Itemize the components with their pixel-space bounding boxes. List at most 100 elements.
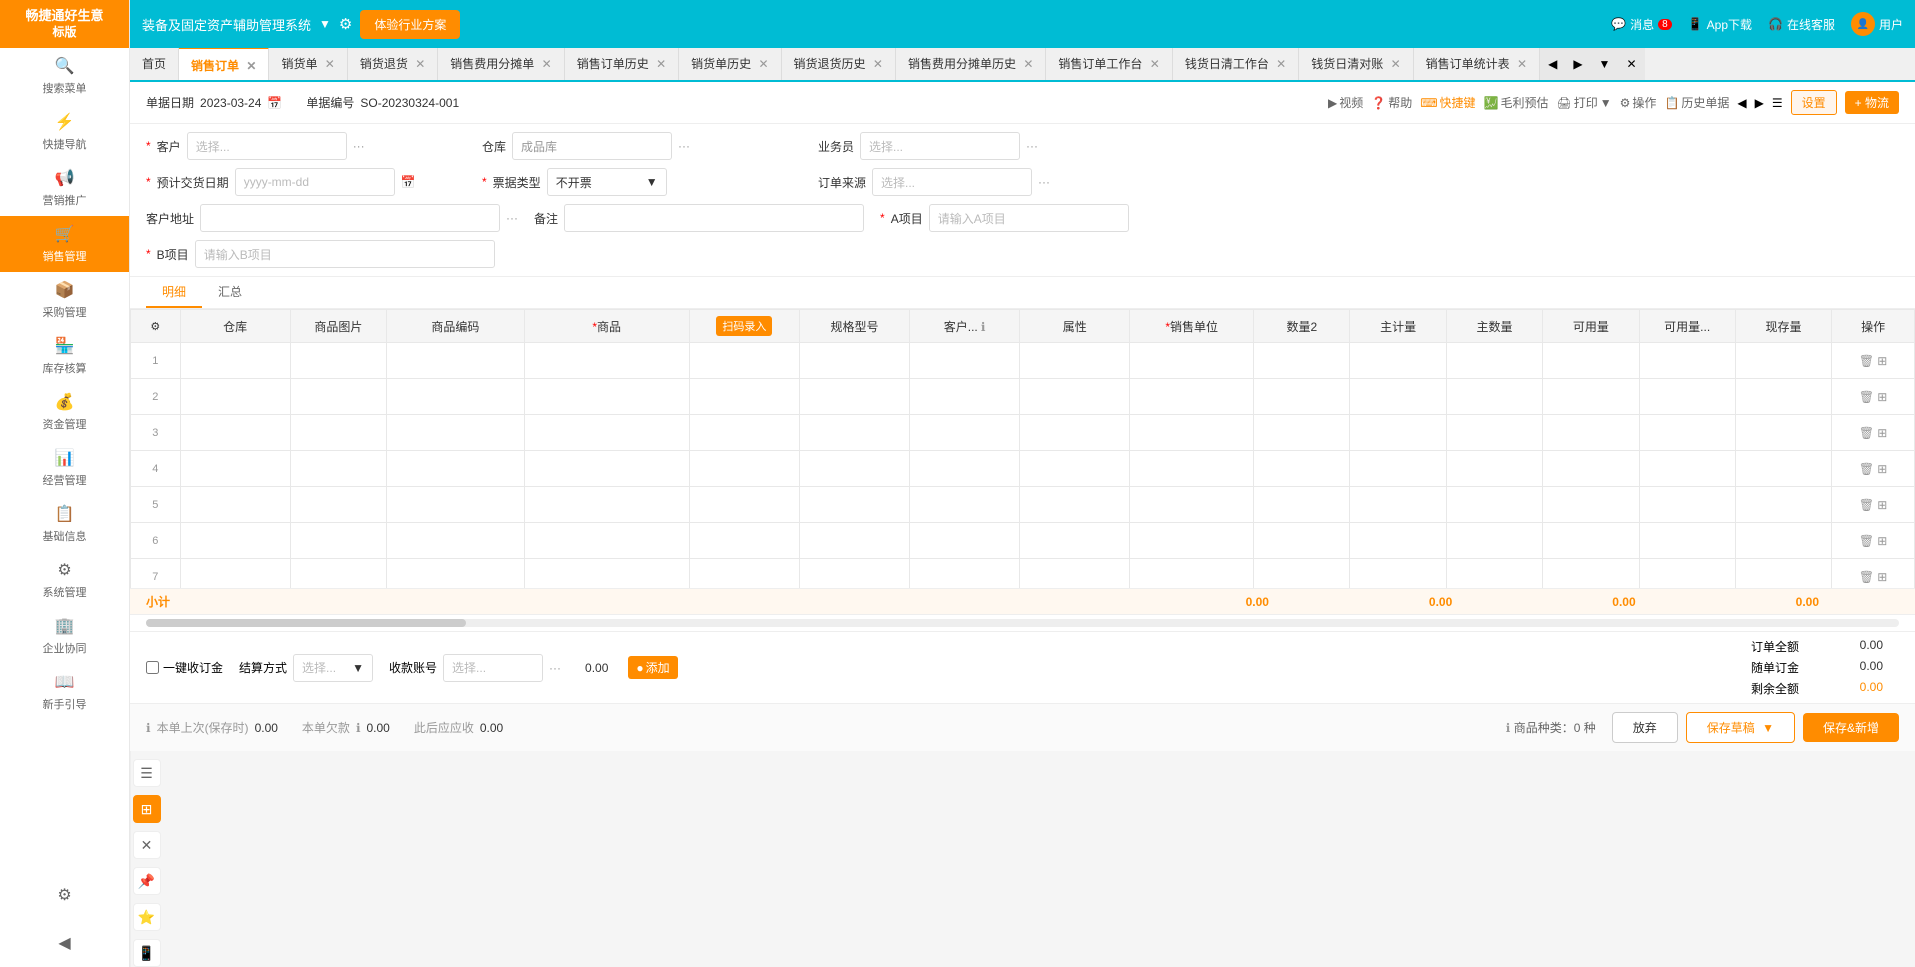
delete-icon-7[interactable]: 🗑 [1859, 570, 1874, 584]
delete-icon-4[interactable]: 🗑 [1859, 462, 1874, 476]
row-attribute-5[interactable] [1020, 487, 1130, 523]
row-attribute-7[interactable] [1020, 559, 1130, 589]
row-product-code-4[interactable] [387, 451, 525, 487]
remark-input[interactable] [564, 204, 864, 232]
row-spec-4[interactable] [799, 451, 909, 487]
tab-close-icon[interactable]: ✕ [542, 57, 552, 71]
shortcut-link[interactable]: ⌨ 快捷键 [1420, 94, 1475, 111]
right-panel-icon-2[interactable]: ⊞ [133, 795, 161, 823]
tab-sales-return[interactable]: 销货单 ✕ [269, 48, 347, 81]
row-customer-code-4[interactable] [910, 451, 1020, 487]
receipt-account-more-btn[interactable]: ··· [549, 661, 561, 675]
scrollbar-track[interactable] [130, 615, 1915, 631]
warehouse-input[interactable]: 成品库 [512, 132, 672, 160]
row-product-code-6[interactable] [387, 523, 525, 559]
b-project-input[interactable]: 请输入B项目 [195, 240, 495, 268]
online-support-item[interactable]: 🎧 在线客服 [1768, 16, 1835, 33]
row-attribute-6[interactable] [1020, 523, 1130, 559]
row-warehouse-6[interactable] [180, 523, 290, 559]
tab-sales-order-stats[interactable]: 销售订单统计表 ✕ [1414, 48, 1540, 81]
salesperson-input[interactable]: 选择... [860, 132, 1020, 160]
print-link[interactable]: 🖨 打印 ▼ [1557, 94, 1612, 111]
row-product-code-5[interactable] [387, 487, 525, 523]
one-click-checkbox[interactable] [146, 661, 159, 674]
row-spec-1[interactable] [799, 343, 909, 379]
th-scan[interactable]: 扫码录入 [689, 310, 799, 343]
copy-icon-7[interactable]: ⊞ [1877, 570, 1887, 584]
copy-icon-3[interactable]: ⊞ [1877, 426, 1887, 440]
row-quantity2-5[interactable] [1254, 487, 1350, 523]
add-row-btn[interactable]: ●添加 [628, 656, 677, 679]
row-spec-2[interactable] [799, 379, 909, 415]
row-customer-code-5[interactable] [910, 487, 1020, 523]
sidebar-item-inventory[interactable]: 🏪 库存核算 [0, 328, 129, 384]
tab-sales-order-history[interactable]: 销售订单历史 ✕ [565, 48, 679, 81]
row-attribute-1[interactable] [1020, 343, 1130, 379]
tab-more-btn[interactable]: ▼ [1591, 48, 1619, 81]
row-quantity2-1[interactable] [1254, 343, 1350, 379]
salesperson-more-btn[interactable]: ··· [1026, 139, 1038, 153]
row-main-quantity-4[interactable] [1446, 451, 1542, 487]
row-spec-6[interactable] [799, 523, 909, 559]
row-product-4[interactable] [524, 451, 689, 487]
row-main-quantity-2[interactable] [1446, 379, 1542, 415]
tab-sales-return-goods-history[interactable]: 销货退货历史 ✕ [782, 48, 896, 81]
row-customer-code-7[interactable] [910, 559, 1020, 589]
tab-close-icon[interactable]: ✕ [1276, 57, 1286, 71]
sidebar-item-sales[interactable]: 🛒 销售管理 [0, 216, 129, 272]
tab-close-icon[interactable]: ✕ [873, 57, 883, 71]
row-attribute-2[interactable] [1020, 379, 1130, 415]
row-product-3[interactable] [524, 415, 689, 451]
row-sales-unit-4[interactable] [1130, 451, 1254, 487]
row-product-code-7[interactable] [387, 559, 525, 589]
copy-icon-4[interactable]: ⊞ [1877, 462, 1887, 476]
row-product-code-2[interactable] [387, 379, 525, 415]
calendar-icon[interactable]: 📅 [267, 96, 282, 110]
row-warehouse-5[interactable] [180, 487, 290, 523]
warehouse-more-btn[interactable]: ··· [678, 139, 690, 153]
copy-icon-6[interactable]: ⊞ [1877, 534, 1887, 548]
row-customer-code-2[interactable] [910, 379, 1020, 415]
tab-close-icon[interactable]: ✕ [325, 57, 335, 71]
tab-sales-return-goods[interactable]: 销货退货 ✕ [348, 48, 438, 81]
row-quantity2-7[interactable] [1254, 559, 1350, 589]
tab-close-all-btn[interactable]: ✕ [1618, 48, 1644, 81]
row-sales-unit-5[interactable] [1130, 487, 1254, 523]
row-quantity2-3[interactable] [1254, 415, 1350, 451]
add-material-btn[interactable]: + 物流 [1845, 91, 1899, 114]
tab-sales-fee-split[interactable]: 销售费用分摊单 ✕ [438, 48, 564, 81]
message-icon-item[interactable]: 💬 消息 8 [1611, 16, 1672, 33]
address-more-btn[interactable]: ··· [506, 211, 518, 225]
tab-close-icon[interactable]: ✕ [1517, 57, 1527, 71]
row-product-code-3[interactable] [387, 415, 525, 451]
sidebar-item-guide[interactable]: 📖 新手引导 [0, 664, 129, 720]
row-sales-unit-6[interactable] [1130, 523, 1254, 559]
view-link[interactable]: ▶ 视频 [1328, 94, 1363, 111]
tab-close-icon[interactable]: ✕ [1391, 57, 1401, 71]
user-item[interactable]: 👤 用户 [1851, 12, 1903, 36]
th-setting[interactable]: ⚙ [131, 310, 181, 343]
scan-btn[interactable]: 扫码录入 [716, 316, 772, 336]
app-download-item[interactable]: 📱 App下载 [1688, 16, 1752, 33]
right-panel-icon-1[interactable]: ☰ [133, 759, 161, 787]
row-warehouse-7[interactable] [180, 559, 290, 589]
date-value[interactable]: 2023-03-24 [200, 96, 261, 110]
save-draft-dropdown-icon[interactable]: ▼ [1762, 721, 1774, 735]
row-main-quantity-1[interactable] [1446, 343, 1542, 379]
row-sales-unit-3[interactable] [1130, 415, 1254, 451]
tab-prev-btn[interactable]: ◀ [1540, 48, 1565, 81]
sidebar-item-base-info[interactable]: 📋 基础信息 [0, 496, 129, 552]
scrollbar[interactable] [146, 619, 1899, 627]
discard-btn[interactable]: 放弃 [1612, 712, 1678, 743]
sidebar-item-system[interactable]: ⚙ 系统管理 [0, 552, 129, 608]
delivery-date-input[interactable]: yyyy-mm-dd [235, 168, 395, 196]
row-spec-3[interactable] [799, 415, 909, 451]
order-source-more-btn[interactable]: ··· [1038, 175, 1050, 189]
payment-method-select[interactable]: 选择... ▼ [293, 654, 373, 682]
topbar-gear-icon[interactable]: ⚙ [339, 15, 352, 33]
setting-btn[interactable]: 设置 [1791, 90, 1837, 115]
row-customer-code-6[interactable] [910, 523, 1020, 559]
right-panel-icon-6[interactable]: 📱 [133, 939, 161, 967]
row-sales-unit-1[interactable] [1130, 343, 1254, 379]
help-link[interactable]: ❓ 帮助 [1371, 94, 1412, 111]
